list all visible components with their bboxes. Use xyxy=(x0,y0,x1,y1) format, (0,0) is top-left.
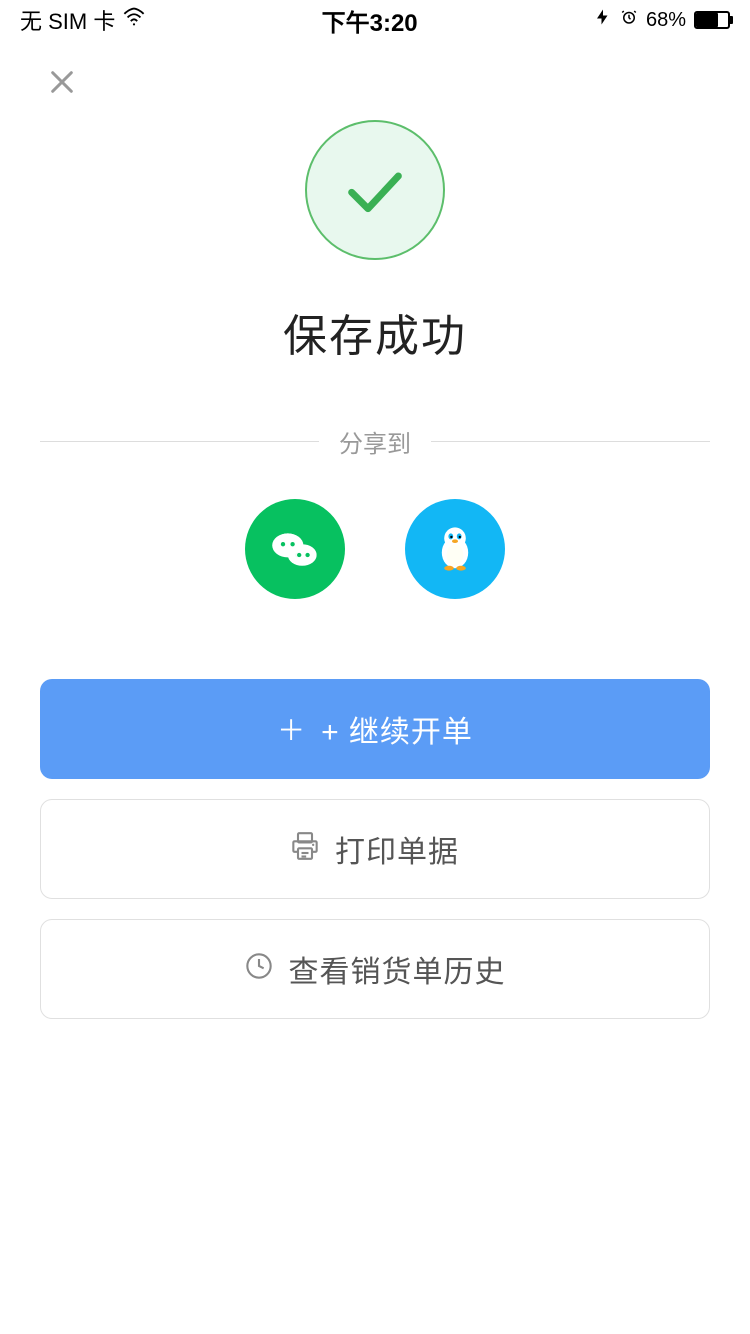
print-label: 打印单据 xyxy=(335,827,459,871)
alarm-icon xyxy=(620,8,638,32)
divider-right xyxy=(431,441,710,442)
history-icon xyxy=(245,952,273,987)
wifi-icon xyxy=(123,6,145,34)
checkmark-icon xyxy=(340,155,410,225)
continue-button[interactable]: ＋ + 继续开单 xyxy=(40,679,710,779)
qq-share-button[interactable] xyxy=(405,499,505,599)
share-icons xyxy=(245,499,505,599)
wechat-share-button[interactable] xyxy=(245,499,345,599)
main-content: 保存成功 分享到 xyxy=(0,40,750,1334)
print-button[interactable]: 打印单据 xyxy=(40,799,710,899)
battery-icon xyxy=(694,11,730,29)
carrier-text: 无 SIM 卡 xyxy=(20,4,115,36)
status-bar: 无 SIM 卡 下午3:20 68% xyxy=(0,0,750,40)
status-left: 无 SIM 卡 xyxy=(20,4,145,36)
continue-label: + 继续开单 xyxy=(321,707,473,751)
plus-icon: ＋ xyxy=(277,709,305,749)
status-time: 下午3:20 xyxy=(322,3,418,38)
qq-icon xyxy=(425,519,485,579)
share-label: 分享到 xyxy=(339,424,411,459)
location-icon xyxy=(594,8,612,32)
success-title: 保存成功 xyxy=(283,300,467,364)
divider-left xyxy=(40,441,319,442)
printer-icon xyxy=(291,832,319,867)
success-circle xyxy=(305,120,445,260)
close-button[interactable] xyxy=(40,60,84,104)
status-right: 68% xyxy=(594,8,730,32)
battery-text: 68% xyxy=(646,9,686,32)
share-divider: 分享到 xyxy=(40,424,710,459)
history-button[interactable]: 查看销货单历史 xyxy=(40,919,710,1019)
wechat-icon xyxy=(265,519,325,579)
history-label: 查看销货单历史 xyxy=(289,947,506,991)
